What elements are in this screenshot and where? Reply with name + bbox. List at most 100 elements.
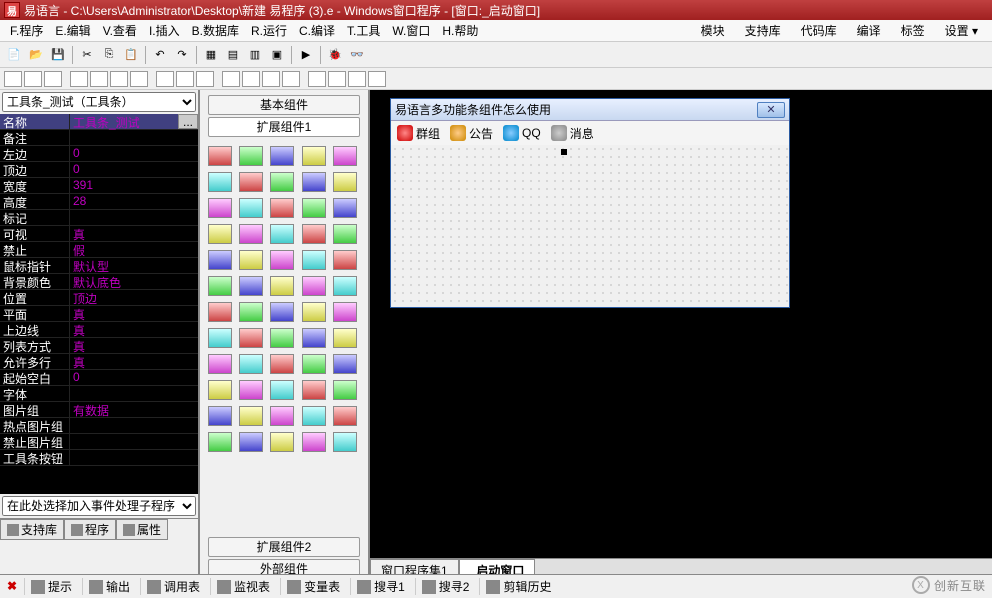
align-7-icon[interactable] — [130, 71, 148, 87]
property-row[interactable]: 起始空白0 — [0, 370, 198, 386]
toolbar-item-qq[interactable]: QQ — [503, 125, 541, 141]
component-icon[interactable] — [333, 250, 357, 270]
component-icon[interactable] — [208, 328, 232, 348]
sb-output[interactable]: 输出 — [82, 578, 136, 595]
component-icon[interactable] — [302, 406, 326, 426]
menu-window[interactable]: W.窗口 — [386, 22, 436, 39]
align-11-icon[interactable] — [222, 71, 240, 87]
property-row[interactable]: 热点图片组 — [0, 418, 198, 434]
menu-compile[interactable]: C.编译 — [293, 22, 341, 39]
component-icon[interactable] — [333, 198, 357, 218]
property-row[interactable]: 图片组有数据 — [0, 402, 198, 418]
menu-insert[interactable]: I.插入 — [143, 22, 186, 39]
align-13-icon[interactable] — [262, 71, 280, 87]
property-row[interactable]: 工具条按钮 — [0, 450, 198, 466]
component-icon[interactable] — [270, 172, 294, 192]
align-14-icon[interactable] — [282, 71, 300, 87]
component-icon[interactable] — [208, 250, 232, 270]
property-value[interactable]: 真 — [70, 354, 198, 369]
property-value[interactable] — [70, 418, 198, 433]
menu-database[interactable]: B.数据库 — [186, 22, 245, 39]
align-12-icon[interactable] — [242, 71, 260, 87]
property-row[interactable]: 位置顶边 — [0, 290, 198, 306]
property-value[interactable]: 真 — [70, 306, 198, 321]
align-18-icon[interactable] — [368, 71, 386, 87]
component-icon[interactable] — [302, 250, 326, 270]
component-icon[interactable] — [239, 276, 263, 296]
property-browse-button[interactable]: ... — [178, 114, 198, 129]
component-icon[interactable] — [333, 406, 357, 426]
property-row[interactable]: 禁止图片组 — [0, 434, 198, 450]
undo-icon[interactable]: ↶ — [150, 45, 170, 65]
property-row[interactable]: 高度28 — [0, 194, 198, 210]
component-icon[interactable] — [302, 224, 326, 244]
component-icon[interactable] — [302, 302, 326, 322]
toolbar-item-group[interactable]: 群组 — [397, 125, 440, 142]
component-icon[interactable] — [239, 172, 263, 192]
property-row[interactable]: 背景颜色默认底色 — [0, 274, 198, 290]
component-icon[interactable] — [239, 406, 263, 426]
property-row[interactable]: 名称工具条_测试... — [0, 114, 198, 130]
component-icon[interactable] — [302, 146, 326, 166]
layout3-icon[interactable]: ▥ — [245, 45, 265, 65]
component-icon[interactable] — [208, 354, 232, 374]
property-row[interactable]: 可视真 — [0, 226, 198, 242]
property-value[interactable]: 真 — [70, 322, 198, 337]
comp-tab-ext1[interactable]: 扩展组件1 — [208, 117, 360, 137]
property-value[interactable]: 顶边 — [70, 290, 198, 305]
menu-program[interactable]: F.程序 — [4, 22, 49, 39]
component-icon[interactable] — [333, 432, 357, 452]
design-canvas[interactable]: 易语言多功能条组件怎么使用 ✕ 群组 公告 QQ 消息 窗口程序集1 _启动窗口 — [370, 90, 992, 580]
component-icon[interactable] — [239, 198, 263, 218]
toolbar-item-message[interactable]: 消息 — [551, 125, 594, 142]
property-value[interactable] — [70, 130, 198, 145]
property-row[interactable]: 鼠标指针默认型 — [0, 258, 198, 274]
align-3-icon[interactable] — [44, 71, 62, 87]
form-titlebar[interactable]: 易语言多功能条组件怎么使用 ✕ — [391, 99, 789, 121]
layout2-icon[interactable]: ▤ — [223, 45, 243, 65]
property-grid[interactable]: 名称工具条_测试...备注左边0顶边0宽度391高度28标记可视真禁止假鼠标指针… — [0, 114, 198, 494]
property-value[interactable] — [70, 210, 198, 225]
menu-tags[interactable]: 标签 — [891, 22, 935, 39]
comp-tab-ext2[interactable]: 扩展组件2 — [208, 537, 360, 557]
sb-tips[interactable]: 提示 — [24, 578, 78, 595]
align-9-icon[interactable] — [176, 71, 194, 87]
component-icon[interactable] — [208, 302, 232, 322]
component-icon[interactable] — [270, 432, 294, 452]
property-value[interactable]: 真 — [70, 338, 198, 353]
menu-module[interactable]: 模块 — [691, 22, 735, 39]
component-icon[interactable] — [208, 406, 232, 426]
sb-watch[interactable]: 监视表 — [210, 578, 276, 595]
property-value[interactable]: 工具条_测试 — [70, 114, 178, 129]
component-icon[interactable] — [239, 250, 263, 270]
component-icon[interactable] — [270, 198, 294, 218]
align-10-icon[interactable] — [196, 71, 214, 87]
toolbar-item-notice[interactable]: 公告 — [450, 125, 493, 142]
property-row[interactable]: 允许多行真 — [0, 354, 198, 370]
menu-settings[interactable]: 设置 ▾ — [935, 22, 988, 39]
copy-icon[interactable]: ⎘ — [99, 45, 119, 65]
component-icon[interactable] — [270, 302, 294, 322]
save-icon[interactable]: 💾 — [48, 45, 68, 65]
align-16-icon[interactable] — [328, 71, 346, 87]
align-15-icon[interactable] — [308, 71, 326, 87]
debug-icon[interactable]: 🐞 — [325, 45, 345, 65]
tab-program[interactable]: 程序 — [64, 519, 116, 540]
property-row[interactable]: 左边0 — [0, 146, 198, 162]
menu-help[interactable]: H.帮助 — [436, 22, 484, 39]
tab-property[interactable]: 属性 — [116, 519, 168, 540]
align-2-icon[interactable] — [24, 71, 42, 87]
property-row[interactable]: 备注 — [0, 130, 198, 146]
component-icon[interactable] — [208, 276, 232, 296]
run-icon[interactable]: ▶ — [296, 45, 316, 65]
component-icon[interactable] — [270, 380, 294, 400]
property-value[interactable]: 28 — [70, 194, 198, 209]
component-icon[interactable] — [239, 302, 263, 322]
property-value[interactable]: 假 — [70, 242, 198, 257]
property-value[interactable]: 真 — [70, 226, 198, 241]
property-row[interactable]: 字体 — [0, 386, 198, 402]
menu-edit[interactable]: E.编辑 — [49, 22, 96, 39]
align-1-icon[interactable] — [4, 71, 22, 87]
component-icon[interactable] — [239, 380, 263, 400]
form-designer[interactable]: 易语言多功能条组件怎么使用 ✕ 群组 公告 QQ 消息 — [390, 98, 790, 308]
